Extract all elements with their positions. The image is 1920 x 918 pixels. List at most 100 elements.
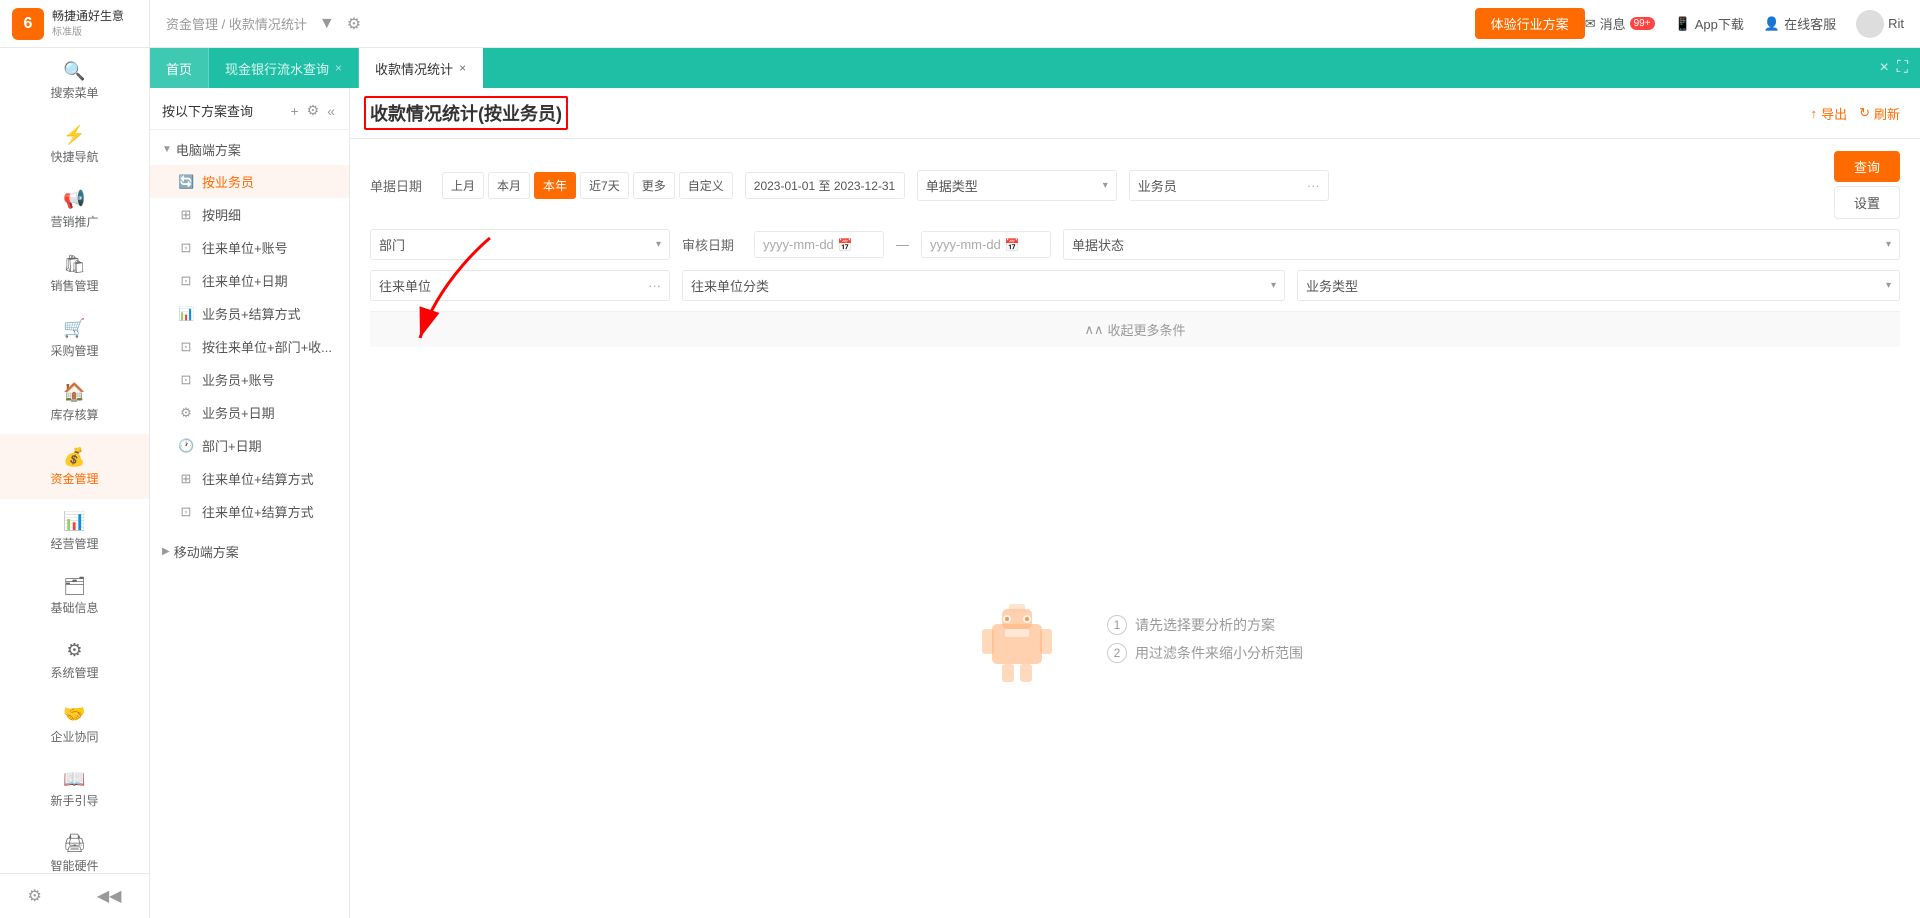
from-unit-category-select[interactable]: 往来单位分类 ▾: [682, 270, 1285, 301]
right-content: 收款情况统计(按业务员) ↑ 导出 ↻ 刷新: [350, 88, 1920, 918]
doc-status-label: 单据状态: [1072, 235, 1124, 254]
date-7days-btn[interactable]: 近7天: [580, 172, 629, 199]
header-gear-icon[interactable]: ▼: [319, 15, 335, 33]
staff-select[interactable]: 业务员 ···: [1129, 170, 1329, 201]
scheme-item-label: 业务员+账号: [202, 370, 275, 389]
scheme-item-label: 业务员+结算方式: [202, 304, 301, 323]
date-last-month-btn[interactable]: 上月: [442, 172, 484, 199]
sidebar-item-enterprise[interactable]: 🤝 企业协同: [0, 692, 149, 756]
sidebar-item-quick-nav[interactable]: ⚡ 快捷导航: [0, 112, 149, 176]
tab-close-all-icon[interactable]: ×: [1879, 59, 1888, 77]
scheme-item-staff-account[interactable]: ⊡ 业务员+账号: [150, 363, 349, 396]
refresh-button[interactable]: ↻ 刷新: [1859, 104, 1900, 123]
sidebar-item-label: 智能硬件: [50, 859, 98, 873]
scheme-item-staff-pay[interactable]: 📊 业务员+结算方式: [150, 297, 349, 330]
scheme-icon: ⊡: [178, 339, 194, 355]
settings-icon[interactable]: ⚙: [347, 14, 361, 34]
tab-maximize-icon[interactable]: ⛶: [1897, 59, 1908, 77]
tab-bar: 首页 现金银行流水查询 × 收款情况统计 × × ⛶: [150, 48, 1920, 88]
messages-button[interactable]: ✉ 消息 99+: [1585, 14, 1655, 33]
scheme-item-label: 业务员+日期: [202, 403, 275, 422]
export-button[interactable]: ↑ 导出: [1811, 104, 1848, 123]
date-more-btn[interactable]: 更多: [633, 172, 675, 199]
tab-home[interactable]: 首页: [150, 48, 209, 88]
add-scheme-button[interactable]: +: [288, 101, 300, 121]
desktop-scheme-header[interactable]: ▼ 电脑端方案: [150, 134, 349, 165]
biz-type-select[interactable]: 业务类型 ▾: [1297, 270, 1900, 301]
step-2-text: 用过滤条件来缩小分析范围: [1135, 639, 1303, 667]
date-filter-label: 单据日期: [370, 176, 430, 195]
scheme-item-staff-date[interactable]: ⚙ 业务员+日期: [150, 396, 349, 429]
guide-icon: 📖: [64, 768, 86, 790]
empty-state: 1 请先选择要分析的方案 2 用过滤条件来缩小分析范围: [350, 359, 1920, 918]
sidebar-item-marketing[interactable]: 📢 营销推广: [0, 177, 149, 241]
from-unit-select[interactable]: 往来单位 ···: [370, 270, 670, 301]
tab-bank-flow-close[interactable]: ×: [335, 61, 342, 75]
empty-step-2: 2 用过滤条件来缩小分析范围: [1107, 639, 1303, 667]
operation-icon: 📊: [64, 511, 86, 533]
scheme-item-unit-pay2[interactable]: ⊡ 往来单位+结算方式: [150, 495, 349, 528]
collapse-conditions-button[interactable]: ∧∧ 收起更多条件: [370, 311, 1900, 347]
sidebar-item-purchase[interactable]: 🛒 采购管理: [0, 306, 149, 370]
scheme-item-label: 往来单位+日期: [202, 271, 288, 290]
doc-type-select[interactable]: 单据类型 ▾: [917, 170, 1117, 201]
doc-status-select[interactable]: 单据状态 ▾: [1063, 229, 1900, 260]
settings-button[interactable]: 设置: [1834, 186, 1900, 219]
date-this-year-btn[interactable]: 本年: [534, 172, 576, 199]
scheme-icon: 🔄: [178, 174, 194, 190]
sidebar-item-guide[interactable]: 📖 新手引导: [0, 756, 149, 820]
sidebar-item-inventory[interactable]: 🏠 库存核算: [0, 370, 149, 434]
sidebar-item-sales[interactable]: 🛍 销售管理: [0, 241, 149, 305]
sidebar-item-base[interactable]: 🗂 基础信息: [0, 563, 149, 627]
expand-arrow-icon: ▶: [162, 546, 170, 557]
settings-bottom-icon[interactable]: ⚙: [24, 882, 46, 910]
collapse-sidebar-icon[interactable]: ◀◀: [93, 882, 126, 910]
top-header: 资金管理 / 收款情况统计 ▼ ⚙ 体验行业方案 ✉ 消息 99+ 📱 App下…: [150, 0, 1920, 48]
online-service-button[interactable]: 👤 在线客服: [1764, 14, 1836, 33]
date-this-month-btn[interactable]: 本月: [488, 172, 530, 199]
sidebar-item-operation[interactable]: 📊 经营管理: [0, 499, 149, 563]
chevron-down-icon: ▾: [1271, 280, 1276, 291]
scheme-item-unit-account[interactable]: ⊡ 往来单位+账号: [150, 231, 349, 264]
purchase-icon: 🛒: [64, 318, 86, 340]
empty-illustration: [967, 589, 1067, 689]
sidebar-item-fund[interactable]: 💰 资金管理: [0, 434, 149, 498]
scheme-item-label: 往来单位+结算方式: [202, 502, 314, 521]
review-date-to[interactable]: yyyy-mm-dd 📅: [921, 231, 1051, 258]
scheme-item-by-detail[interactable]: ⊞ 按明细: [150, 198, 349, 231]
app-download-button[interactable]: 📱 App下载: [1675, 14, 1744, 33]
sidebar-item-system[interactable]: ⚙ 系统管理: [0, 628, 149, 692]
ellipsis-icon: ···: [648, 278, 661, 293]
sidebar: 6 畅捷通好生意 标准版 🔍 搜索菜单 ⚡ 快捷导航 📢 营销推广 🛍 销: [0, 0, 150, 918]
sidebar-item-search[interactable]: 🔍 搜索菜单: [0, 48, 149, 112]
scheme-item-unit-dept[interactable]: ⊡ 按往来单位+部门+收...: [150, 330, 349, 363]
desktop-scheme-group: ▼ 电脑端方案 🔄 按业务员 ⊞ 按明细 ⊡ 往来单位+账号: [150, 130, 349, 532]
scheme-settings-icon[interactable]: ⚙: [305, 100, 322, 121]
scheme-item-dept-date[interactable]: 🕐 部门+日期: [150, 429, 349, 462]
logo-name: 畅捷通好生意: [52, 9, 124, 23]
collapse-panel-icon[interactable]: «: [325, 101, 337, 121]
mobile-scheme-header[interactable]: ▶ 移动端方案: [150, 536, 349, 567]
tab-receipt-stats[interactable]: 收款情况统计 ×: [359, 48, 483, 88]
scheme-item-unit-date[interactable]: ⊡ 往来单位+日期: [150, 264, 349, 297]
sidebar-item-label: 搜索菜单: [50, 86, 98, 100]
scheme-icon: ⊡: [178, 273, 194, 289]
trial-button[interactable]: 体验行业方案: [1475, 8, 1585, 39]
user-profile-button[interactable]: Rit: [1856, 10, 1904, 38]
review-date-from[interactable]: yyyy-mm-dd 📅: [754, 231, 884, 258]
scheme-item-unit-pay1[interactable]: ⊞ 往来单位+结算方式: [150, 462, 349, 495]
query-button[interactable]: 查询: [1834, 151, 1900, 182]
messages-label: 消息: [1600, 14, 1626, 33]
date-custom-btn[interactable]: 自定义: [679, 172, 733, 199]
sidebar-item-hardware[interactable]: 🖨 智能硬件: [0, 821, 149, 873]
ellipsis-icon: ···: [1307, 178, 1320, 193]
scheme-item-by-staff[interactable]: 🔄 按业务员: [150, 165, 349, 198]
tab-receipt-stats-close[interactable]: ×: [459, 61, 466, 75]
fund-icon: 💰: [64, 446, 86, 468]
dept-filter-label: 部门: [379, 235, 405, 254]
collapse-up-icon: ∧∧: [1084, 322, 1103, 338]
search-icon: 🔍: [64, 60, 86, 82]
scheme-icon: ⊞: [178, 207, 194, 223]
tab-bank-flow[interactable]: 现金银行流水查询 ×: [209, 48, 359, 88]
dept-select[interactable]: 部门 ▾: [370, 229, 670, 260]
